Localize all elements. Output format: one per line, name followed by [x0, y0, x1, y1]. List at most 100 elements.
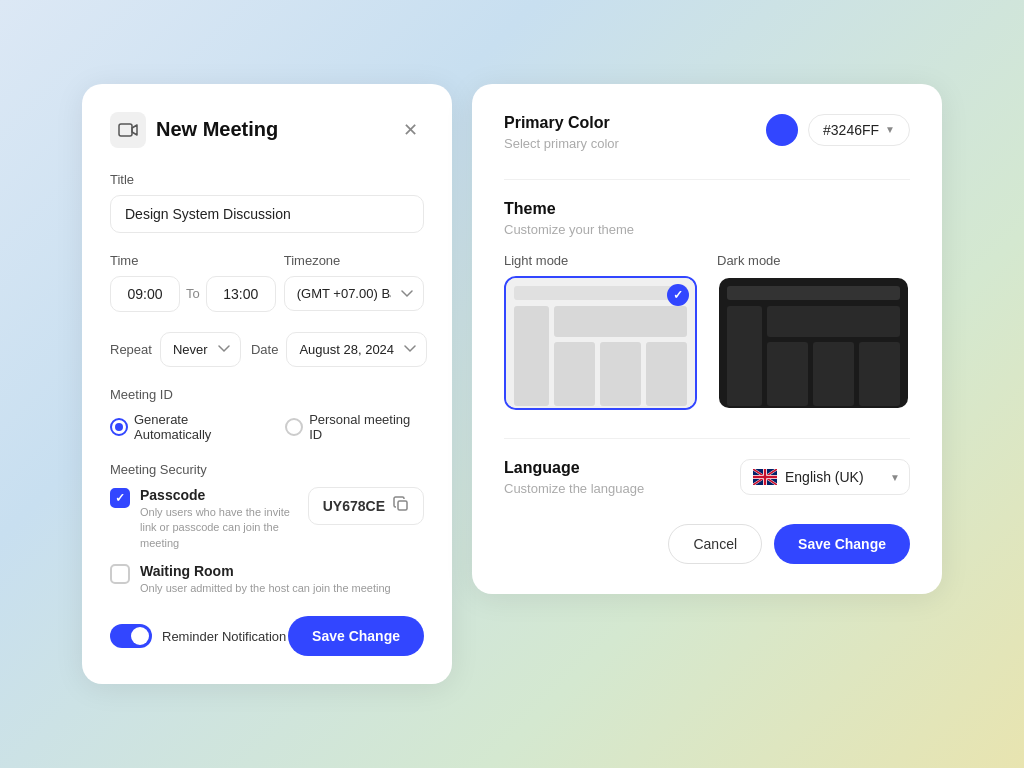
waiting-room-checkbox[interactable] — [110, 564, 130, 584]
dark-mode-preview[interactable] — [717, 276, 910, 410]
personal-meeting-radio[interactable] — [285, 418, 303, 436]
light-mode-preview[interactable]: ✓ — [504, 276, 697, 410]
new-meeting-card: New Meeting ✕ Title Time To Timezone (GM… — [82, 84, 452, 685]
title-label: Title — [110, 172, 424, 187]
to-separator: To — [186, 286, 200, 301]
personal-meeting-label: Personal meeting ID — [309, 412, 424, 442]
lp-block-1 — [554, 342, 595, 405]
lp-sidebar — [514, 306, 549, 406]
svg-rect-0 — [119, 124, 132, 136]
theme-section: Theme Customize your theme Light mode — [504, 200, 910, 410]
language-value: English (UK) — [785, 469, 864, 485]
reminder-label: Reminder Notification — [162, 629, 286, 644]
passcode-item: Passcode Only users who have the invite … — [110, 487, 424, 551]
passcode-display: UY678CE — [308, 487, 424, 525]
dark-preview-bg — [719, 278, 908, 408]
card-footer: Reminder Notification Save Change — [110, 616, 424, 656]
meeting-id-label: Meeting ID — [110, 387, 424, 402]
generate-auto-option[interactable]: Generate Automatically — [110, 412, 265, 442]
primary-color-section: Primary Color Select primary color #3246… — [504, 114, 910, 151]
dp-row-1 — [767, 306, 900, 338]
time-input-wrap: To — [110, 276, 276, 312]
theme-title: Theme — [504, 200, 910, 218]
reminder-toggle[interactable] — [110, 624, 152, 648]
dp-block-1 — [767, 342, 808, 405]
timezone-select[interactable]: (GMT +07.00) Bangkok — [284, 276, 424, 311]
theme-options: Light mode — [504, 253, 910, 410]
repeat-date-row: Repeat Never Date August 28, 2024 — [110, 332, 424, 367]
primary-color-row: Primary Color Select primary color #3246… — [504, 114, 910, 151]
language-subtitle: Customize the language — [504, 481, 644, 496]
lp-block-3 — [646, 342, 687, 405]
lp-bottom — [554, 342, 687, 405]
time-label: Time — [110, 253, 276, 268]
time-end-input[interactable] — [206, 276, 276, 312]
passcode-content: Passcode Only users who have the invite … — [140, 487, 298, 551]
timezone-label: Timezone — [284, 253, 424, 268]
title-group: Title — [110, 172, 424, 233]
color-control: #3246FF ▼ — [766, 114, 910, 146]
time-group: Time To — [110, 253, 276, 312]
light-mode-check: ✓ — [667, 284, 689, 306]
language-chevron-icon: ▼ — [890, 472, 900, 483]
personal-meeting-option[interactable]: Personal meeting ID — [285, 412, 424, 442]
dp-block-2 — [813, 342, 854, 405]
divider-2 — [504, 438, 910, 439]
date-label: Date — [251, 342, 278, 357]
close-button[interactable]: ✕ — [396, 116, 424, 144]
time-start-input[interactable] — [110, 276, 180, 312]
right-footer: Cancel Save Change — [504, 524, 910, 564]
date-wrap: Date August 28, 2024 — [251, 332, 427, 367]
lp-content — [514, 306, 687, 406]
reminder-row: Reminder Notification — [110, 624, 286, 648]
svg-rect-1 — [398, 501, 407, 510]
dark-mode-label: Dark mode — [717, 253, 910, 268]
passcode-checkbox[interactable] — [110, 488, 130, 508]
primary-color-title: Primary Color — [504, 114, 619, 132]
waiting-room-content: Waiting Room Only user admitted by the h… — [140, 563, 424, 596]
primary-color-subtitle: Select primary color — [504, 136, 619, 151]
color-picker-button[interactable]: #3246FF ▼ — [808, 114, 910, 146]
passcode-value: UY678CE — [323, 498, 385, 514]
timezone-group: Timezone (GMT +07.00) Bangkok — [284, 253, 424, 311]
save-change-button[interactable]: Save Change — [288, 616, 424, 656]
meeting-icon — [110, 112, 146, 148]
lp-block-2 — [600, 342, 641, 405]
time-timezone-row: Time To Timezone (GMT +07.00) Bangkok — [110, 253, 424, 312]
dp-block-3 — [859, 342, 900, 405]
settings-card: Primary Color Select primary color #3246… — [472, 84, 942, 594]
security-label: Meeting Security — [110, 462, 424, 477]
language-select[interactable]: English (UK) — [740, 459, 910, 495]
waiting-room-title: Waiting Room — [140, 563, 424, 579]
primary-color-text: Primary Color Select primary color — [504, 114, 619, 151]
security-section: Meeting Security Passcode Only users who… — [110, 462, 424, 597]
card-title: New Meeting — [156, 118, 278, 141]
uk-flag-icon — [753, 469, 777, 485]
generate-auto-radio[interactable] — [110, 418, 128, 436]
repeat-select[interactable]: Never — [160, 332, 241, 367]
language-title: Language — [504, 459, 644, 477]
cancel-button[interactable]: Cancel — [668, 524, 762, 564]
light-mode-label: Light mode — [504, 253, 697, 268]
lp-main — [554, 306, 687, 406]
dark-mode-option: Dark mode — [717, 253, 910, 410]
passcode-title: Passcode — [140, 487, 298, 503]
language-section: Language Customize the language English … — [504, 459, 910, 496]
theme-header: Theme Customize your theme — [504, 200, 910, 237]
lp-topbar — [514, 286, 687, 300]
dp-content — [727, 306, 900, 406]
waiting-room-desc: Only user admitted by the host can join … — [140, 581, 424, 596]
chevron-down-icon: ▼ — [885, 124, 895, 135]
date-select[interactable]: August 28, 2024 — [286, 332, 427, 367]
color-circle — [766, 114, 798, 146]
save-change-button-right[interactable]: Save Change — [774, 524, 910, 564]
copy-icon[interactable] — [393, 496, 409, 516]
language-text: Language Customize the language — [504, 459, 644, 496]
color-hex-value: #3246FF — [823, 122, 879, 138]
title-input[interactable] — [110, 195, 424, 233]
theme-subtitle: Customize your theme — [504, 222, 910, 237]
waiting-room-item: Waiting Room Only user admitted by the h… — [110, 563, 424, 596]
repeat-label: Repeat — [110, 342, 152, 357]
header-left: New Meeting — [110, 112, 278, 148]
generate-auto-label: Generate Automatically — [134, 412, 265, 442]
